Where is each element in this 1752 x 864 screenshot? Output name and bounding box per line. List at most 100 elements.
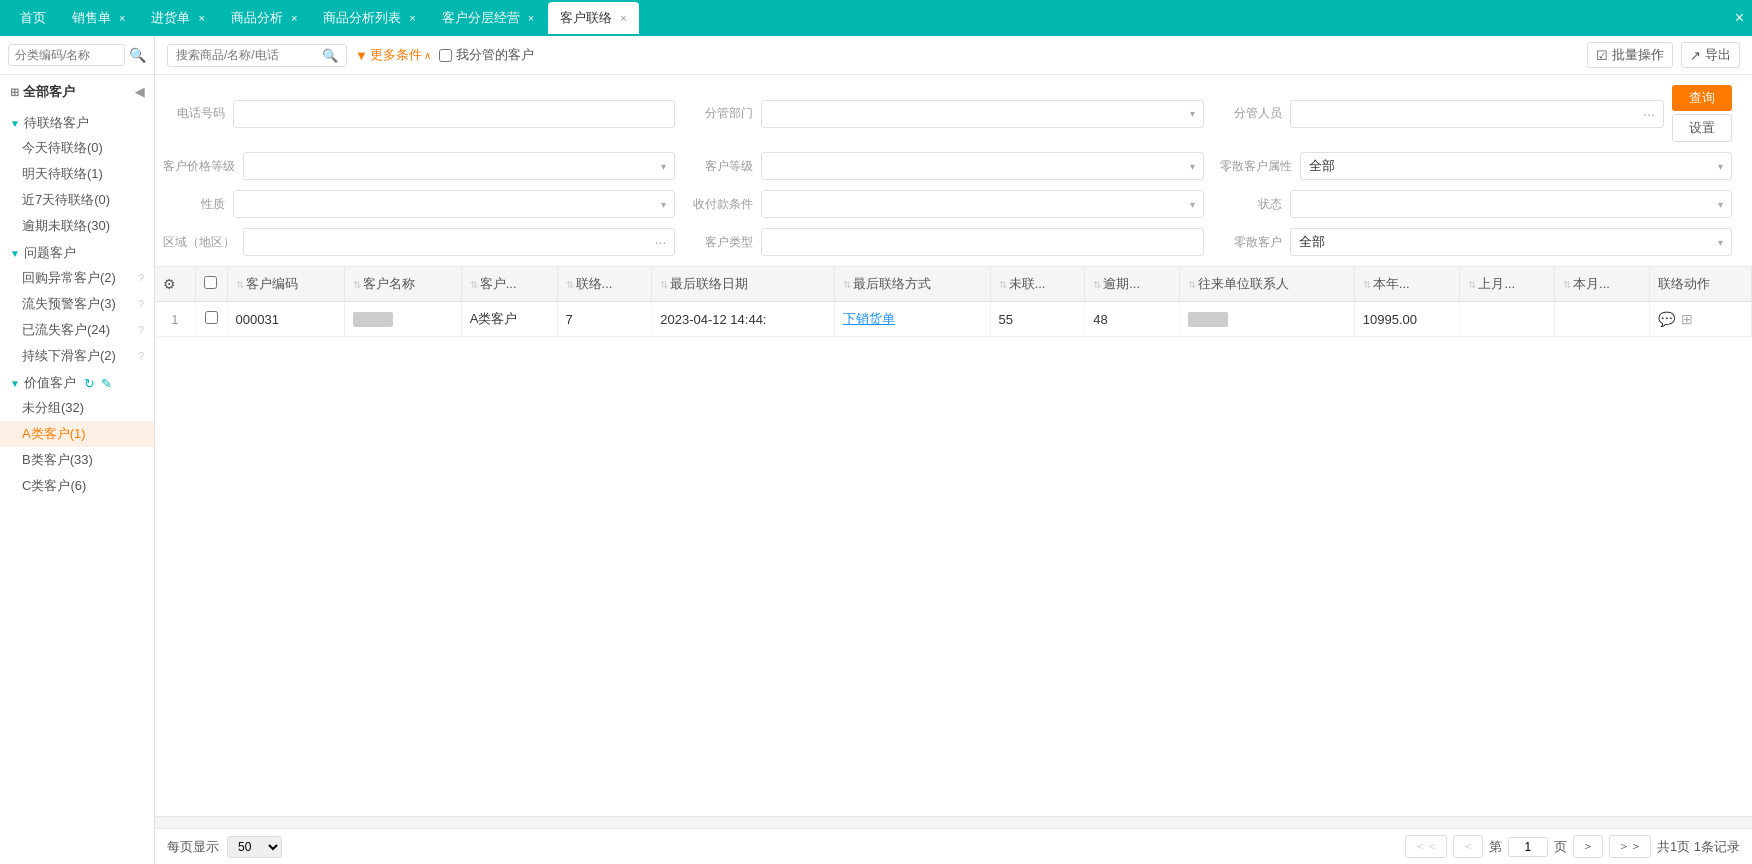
refresh-icon[interactable]: ↻ bbox=[84, 376, 95, 391]
filter-nature-select[interactable]: ▾ bbox=[233, 190, 675, 218]
last-method-link[interactable]: 下销货单 bbox=[843, 311, 895, 326]
row-action: 💬 ⊞ bbox=[1649, 302, 1751, 337]
sort-icon-unit-contact[interactable]: ⇅ bbox=[1188, 279, 1196, 290]
search-icon[interactable]: 🔍 bbox=[322, 48, 338, 63]
nav-tab-sales[interactable]: 销售单 × bbox=[60, 2, 137, 34]
query-button[interactable]: 查询 bbox=[1672, 85, 1732, 111]
edit-icon[interactable]: ✎ bbox=[101, 376, 112, 391]
first-page-button[interactable]: ＜＜ bbox=[1405, 835, 1447, 858]
filter-search-input[interactable] bbox=[176, 48, 318, 62]
col-last-date: ⇅ 最后联络日期 bbox=[652, 267, 835, 302]
row-type: A类客户 bbox=[461, 302, 557, 337]
sort-icon-contact[interactable]: ⇅ bbox=[566, 279, 574, 290]
sort-icon-type[interactable]: ⇅ bbox=[470, 279, 478, 290]
sidebar-item-declining[interactable]: 持续下滑客户(2) ? bbox=[0, 343, 154, 369]
sidebar-item-overdue[interactable]: 逾期未联络(30) bbox=[0, 213, 154, 239]
sidebar-group-value[interactable]: ▼ 价值客户 ↻ ✎ bbox=[0, 369, 154, 395]
next-page-button[interactable]: ＞ bbox=[1573, 835, 1603, 858]
col-last-method: ⇅ 最后联络方式 bbox=[834, 267, 990, 302]
filter-department-select[interactable]: ▾ bbox=[761, 100, 1203, 128]
triangle-icon-2: ▼ bbox=[10, 248, 20, 259]
sidebar-item-class-c[interactable]: C类客户(6) bbox=[0, 473, 154, 499]
sidebar-item-today[interactable]: 今天待联络(0) bbox=[0, 135, 154, 161]
filter-customer-level-select[interactable]: ▾ bbox=[761, 152, 1203, 180]
sidebar-item-7days[interactable]: 近7天待联络(0) bbox=[0, 187, 154, 213]
dots-icon-1[interactable]: ··· bbox=[1643, 106, 1655, 122]
my-customers-checkbox[interactable] bbox=[439, 49, 452, 62]
col-settings: ⚙ bbox=[155, 267, 195, 302]
page-number-input[interactable] bbox=[1508, 837, 1548, 857]
filter-manager-input[interactable]: ··· bbox=[1290, 100, 1664, 128]
batch-op-button[interactable]: ☑ 批量操作 bbox=[1587, 42, 1673, 68]
page-size-select[interactable]: 50 100 200 bbox=[227, 836, 282, 858]
sidebar-group-pending[interactable]: ▼ 待联络客户 bbox=[0, 109, 154, 135]
close-tab-analysis[interactable]: × bbox=[291, 12, 297, 24]
phone-input[interactable] bbox=[242, 107, 666, 121]
close-all-button[interactable]: × bbox=[1735, 9, 1744, 27]
col-action: 联络动作 bbox=[1649, 267, 1751, 302]
filter-retail-select[interactable]: 全部 ▾ bbox=[1290, 228, 1732, 256]
region-input[interactable] bbox=[252, 235, 655, 249]
content-area: 🔍 ▼ 更多条件 ∧ 我分管的客户 ☑ 批量操作 bbox=[155, 36, 1752, 864]
sidebar-search-input[interactable] bbox=[8, 44, 125, 66]
chevron-down-icon-3: ▾ bbox=[1190, 161, 1195, 172]
sidebar-item-class-b[interactable]: B类客户(33) bbox=[0, 447, 154, 473]
manager-input[interactable] bbox=[1299, 107, 1640, 121]
close-tab-sales[interactable]: × bbox=[119, 12, 125, 24]
sort-icon-name[interactable]: ⇅ bbox=[353, 279, 361, 290]
nav-tab-purchase[interactable]: 进货单 × bbox=[139, 2, 216, 34]
nav-home[interactable]: 首页 bbox=[8, 5, 58, 31]
filter-search-area: 🔍 bbox=[167, 44, 347, 67]
collapse-icon[interactable]: ◀ bbox=[135, 85, 144, 99]
sort-icon-last-month[interactable]: ⇅ bbox=[1468, 279, 1476, 290]
sort-icon-last-method[interactable]: ⇅ bbox=[843, 279, 851, 290]
sidebar-item-churned[interactable]: 已流失客户(24) ? bbox=[0, 317, 154, 343]
sort-icon-overdue[interactable]: ⇅ bbox=[1093, 279, 1101, 290]
horizontal-scrollbar[interactable] bbox=[155, 816, 1752, 828]
filter-price-level-select[interactable]: ▾ bbox=[243, 152, 675, 180]
table-row: 1 000031 Ea A类客户 7 2023-04-12 14:44: bbox=[155, 302, 1752, 337]
nav-tab-analysis-list[interactable]: 商品分析列表 × bbox=[311, 2, 427, 34]
sidebar-item-tomorrow[interactable]: 明天待联络(1) bbox=[0, 161, 154, 187]
settings-gear-icon[interactable]: ⚙ bbox=[163, 276, 176, 292]
all-customers-header[interactable]: ⊞ 全部客户 ◀ bbox=[0, 75, 154, 109]
sidebar-item-churn-warning[interactable]: 流失预警客户(3) ? bbox=[0, 291, 154, 317]
filter-customer-type-input[interactable] bbox=[761, 228, 1203, 256]
sort-icon-last-date[interactable]: ⇅ bbox=[660, 279, 668, 290]
close-tab-customer-tier[interactable]: × bbox=[528, 12, 534, 24]
filter-payment-select[interactable]: ▾ bbox=[761, 190, 1203, 218]
prev-page-button[interactable]: ＜ bbox=[1453, 835, 1483, 858]
filter-phone: 电话号码 bbox=[155, 83, 683, 144]
nav-tab-analysis[interactable]: 商品分析 × bbox=[219, 2, 309, 34]
nav-tab-customer-tier[interactable]: 客户分层经营 × bbox=[430, 2, 546, 34]
sort-icon-not-contacted[interactable]: ⇅ bbox=[999, 279, 1007, 290]
more-conditions-button[interactable]: ▼ 更多条件 ∧ bbox=[355, 46, 431, 64]
sidebar-item-class-a[interactable]: A类客户(1) bbox=[0, 421, 154, 447]
sidebar-group-problem[interactable]: ▼ 问题客户 bbox=[0, 239, 154, 265]
sidebar-item-unclassified[interactable]: 未分组(32) bbox=[0, 395, 154, 421]
sort-icon-code[interactable]: ⇅ bbox=[236, 279, 244, 290]
filter-region-input[interactable]: ··· bbox=[243, 228, 675, 256]
filter-phone-input[interactable] bbox=[233, 100, 675, 128]
sort-icon-this-month[interactable]: ⇅ bbox=[1563, 279, 1571, 290]
filter-status-select[interactable]: ▾ bbox=[1290, 190, 1732, 218]
close-tab-analysis-list[interactable]: × bbox=[409, 12, 415, 24]
row-select-checkbox[interactable] bbox=[205, 311, 218, 324]
sort-icon-this-year[interactable]: ⇅ bbox=[1363, 279, 1371, 290]
close-tab-customer-contact[interactable]: × bbox=[620, 12, 626, 24]
last-page-button[interactable]: ＞＞ bbox=[1609, 835, 1651, 858]
select-all-checkbox[interactable] bbox=[204, 276, 217, 289]
sidebar-item-repurchase-abnormal[interactable]: 回购异常客户(2) ? bbox=[0, 265, 154, 291]
message-icon[interactable]: 💬 bbox=[1658, 311, 1675, 327]
close-tab-purchase[interactable]: × bbox=[198, 12, 204, 24]
nav-tab-customer-contact[interactable]: 客户联络 × bbox=[548, 2, 638, 34]
export-button[interactable]: ↗ 导出 bbox=[1681, 42, 1740, 68]
qr-icon[interactable]: ⊞ bbox=[1681, 311, 1693, 327]
sidebar-search-icon[interactable]: 🔍 bbox=[129, 47, 146, 63]
bottom-bar: 每页显示 50 100 200 ＜＜ ＜ 第 页 ＞ ＞＞ 共1页 1条记录 bbox=[155, 828, 1752, 864]
my-customers-filter[interactable]: 我分管的客户 bbox=[439, 46, 534, 64]
customer-type-input[interactable] bbox=[770, 235, 1194, 249]
filter-retail-attr-select[interactable]: 全部 ▾ bbox=[1300, 152, 1732, 180]
settings-button[interactable]: 设置 bbox=[1672, 114, 1732, 142]
dots-icon-2[interactable]: ··· bbox=[655, 234, 667, 250]
